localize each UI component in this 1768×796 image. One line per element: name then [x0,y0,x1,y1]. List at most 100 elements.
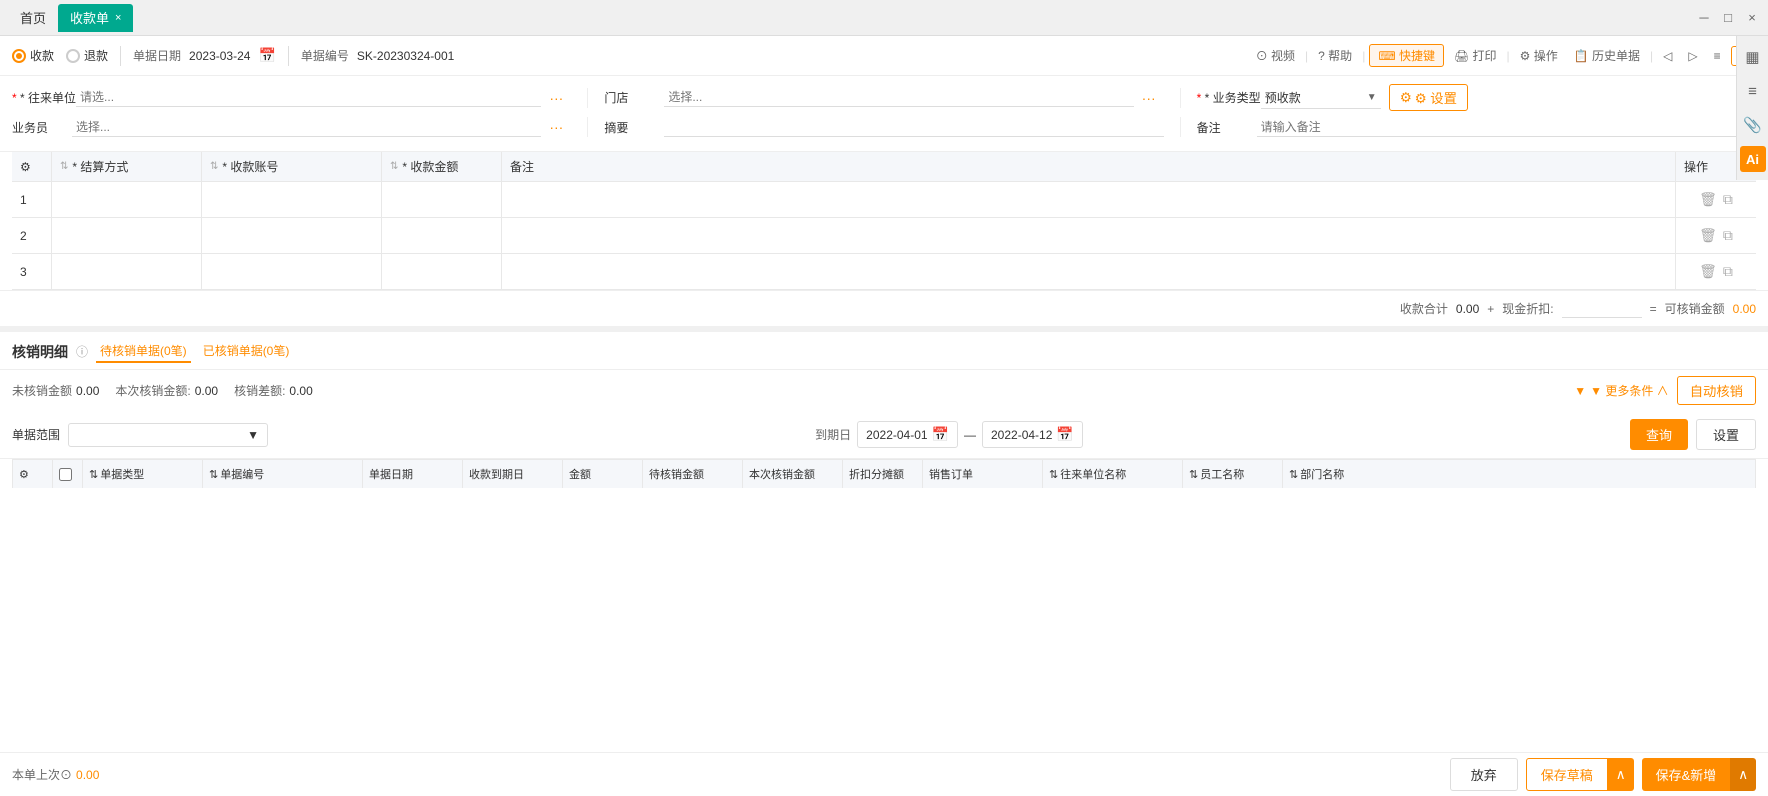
last-order-value: 0.00 [76,768,99,782]
done-tab[interactable]: 已核销单据(0笔) [199,340,294,363]
bth-sort-3[interactable]: ⇅ [1049,468,1058,481]
td-row3-amount[interactable] [382,254,502,289]
staff-more-btn[interactable]: ··· [549,119,563,135]
help-btn[interactable]: ? 帮助 [1312,45,1358,66]
sort-icon-3[interactable]: ⇅ [390,161,398,172]
required-star: * [12,91,17,105]
sidebar-list-icon[interactable]: ≡ [1740,78,1766,104]
range-select[interactable]: ▼ [68,423,268,447]
right-sidebar: ▦ ≡ 📎 Ai [1736,36,1768,180]
td-row3-account[interactable] [202,254,382,289]
td-row3-method[interactable] [52,254,202,289]
video-btn[interactable]: ⊙ 视频 [1250,45,1301,66]
date-value[interactable]: 2023-03-24 [189,49,250,63]
partner-input[interactable] [76,88,541,107]
bth-sort-1[interactable]: ⇅ [89,468,98,481]
date-from-input[interactable]: 2022-04-01 📅 [857,421,958,448]
tab-close-icon[interactable]: × [115,12,121,24]
biz-type-select[interactable]: 预收款 ▼ [1261,87,1381,109]
td-row1-amount[interactable] [382,182,502,217]
list-view-btn[interactable]: ≡ [1708,47,1727,65]
form-row-2: 业务员 ··· 摘要 备注 [12,117,1756,137]
date-filter-group: 到期日 2022-04-01 📅 — 2022-04-12 📅 [815,421,1083,448]
minimize-btn[interactable]: ─ [1696,10,1712,26]
radio-receipt[interactable]: 收款 [12,47,54,64]
partner-more-btn[interactable]: ··· [549,90,563,106]
filter-icon: ▼ [1574,384,1586,398]
bth-gear-icon: ⚙ [19,468,29,481]
td-row2-method[interactable] [52,218,202,253]
auto-hx-button[interactable]: 自动核销 [1677,376,1756,405]
sort-icon-1[interactable]: ⇅ [60,161,68,172]
next-btn[interactable]: ▷ [1682,47,1703,65]
sidebar-attach-icon[interactable]: 📎 [1740,112,1766,138]
radio-refund[interactable]: 退款 [66,47,108,64]
last-order-label[interactable]: 本单上次⊙ [12,766,72,783]
shortcut-btn[interactable]: ⌨ 快捷键 [1369,44,1444,67]
bth-check[interactable] [53,460,83,488]
tab-home[interactable]: 首页 [8,4,58,32]
close-btn[interactable]: × [1744,10,1760,26]
td-row1-method[interactable] [52,182,202,217]
td-row2-amount[interactable] [382,218,502,253]
number-value[interactable]: SK-20230324-001 [357,49,454,63]
bth-sort-2[interactable]: ⇅ [209,468,218,481]
sidebar-ai-icon[interactable]: Ai [1740,146,1766,172]
row1-delete-icon[interactable]: 🗑 [1699,191,1717,208]
pending-tab[interactable]: 待核销单据(0笔) [96,340,191,363]
discount-input[interactable] [1562,299,1642,318]
row2-copy-icon[interactable]: ⧉ [1723,227,1733,244]
sidebar-table-icon[interactable]: ▦ [1740,44,1766,70]
bth-partner: ⇅ 往来单位名称 [1043,460,1183,488]
save-draft-arrow-btn[interactable]: ∧ [1608,758,1634,791]
tab-receipt-label: 收款单 [70,8,109,27]
row3-copy-icon[interactable]: ⧉ [1723,263,1733,280]
summary-input[interactable] [664,118,1163,137]
row2-delete-icon[interactable]: 🗑 [1699,227,1717,244]
row3-delete-icon[interactable]: 🗑 [1699,263,1717,280]
calendar-icon[interactable]: 📅 [258,47,275,64]
td-row1-remark[interactable] [502,182,1676,217]
filter-settings-button[interactable]: 设置 [1696,419,1756,450]
operation-btn[interactable]: ⚙ 操作 [1514,45,1564,66]
discard-button[interactable]: 放弃 [1450,758,1518,791]
save-new-arrow-btn[interactable]: ∧ [1730,758,1756,791]
td-row2-remark[interactable] [502,218,1676,253]
th-gear[interactable]: ⚙ [12,152,52,181]
print-btn[interactable]: 🖨 打印 [1448,45,1503,66]
bth-sort-5[interactable]: ⇅ [1289,468,1298,481]
total-label: 收款合计 [1400,300,1448,317]
store-input[interactable] [664,88,1133,107]
current-value: 0.00 [195,384,218,398]
save-new-button[interactable]: 保存&新增 [1642,758,1731,791]
tab-receipt[interactable]: 收款单 × [58,4,133,32]
history-btn[interactable]: 📋 历史单据 [1568,45,1646,66]
uncleared-label: 未核销金额 [12,382,72,399]
date-to-value: 2022-04-12 [991,428,1052,442]
staff-input[interactable] [72,118,541,137]
td-row3-remark[interactable] [502,254,1676,289]
td-row1-account[interactable] [202,182,382,217]
bth-gear[interactable]: ⚙ [13,460,53,488]
toolbar-right: ⊙ 视频 | ? 帮助 | ⌨ 快捷键 🖨 打印 | ⚙ 操作 📋 历史单据 |… [1250,44,1756,67]
sort-icon-2[interactable]: ⇅ [210,161,218,172]
save-draft-button[interactable]: 保存草稿 [1526,758,1608,791]
settings-button[interactable]: ⚙ ⚙ 设置 [1389,84,1468,111]
prev-btn[interactable]: ◁ [1657,47,1678,65]
bth-sort-4[interactable]: ⇅ [1189,468,1198,481]
settings-icon: ⚙ [1400,90,1412,106]
partner-field: * * 往来单位 ··· [12,88,571,107]
store-more-btn[interactable]: ··· [1142,90,1156,106]
td-row2-account[interactable] [202,218,382,253]
select-all-checkbox[interactable] [59,468,72,481]
more-conditions-btn[interactable]: ▼ ▼ 更多条件 ∧ [1574,382,1668,399]
query-button[interactable]: 查询 [1630,419,1688,450]
sep3 [587,117,588,137]
date-to-input[interactable]: 2022-04-12 📅 [982,421,1083,448]
bottom-bar: 本单上次⊙ 0.00 放弃 保存草稿 ∧ 保存&新增 ∧ [0,752,1768,796]
remark-input[interactable] [1257,118,1756,137]
maximize-btn[interactable]: □ [1720,10,1736,26]
row1-copy-icon[interactable]: ⧉ [1723,191,1733,208]
remark-field: 备注 [1197,118,1756,137]
hx-info-icon[interactable]: ⓘ [76,343,88,360]
